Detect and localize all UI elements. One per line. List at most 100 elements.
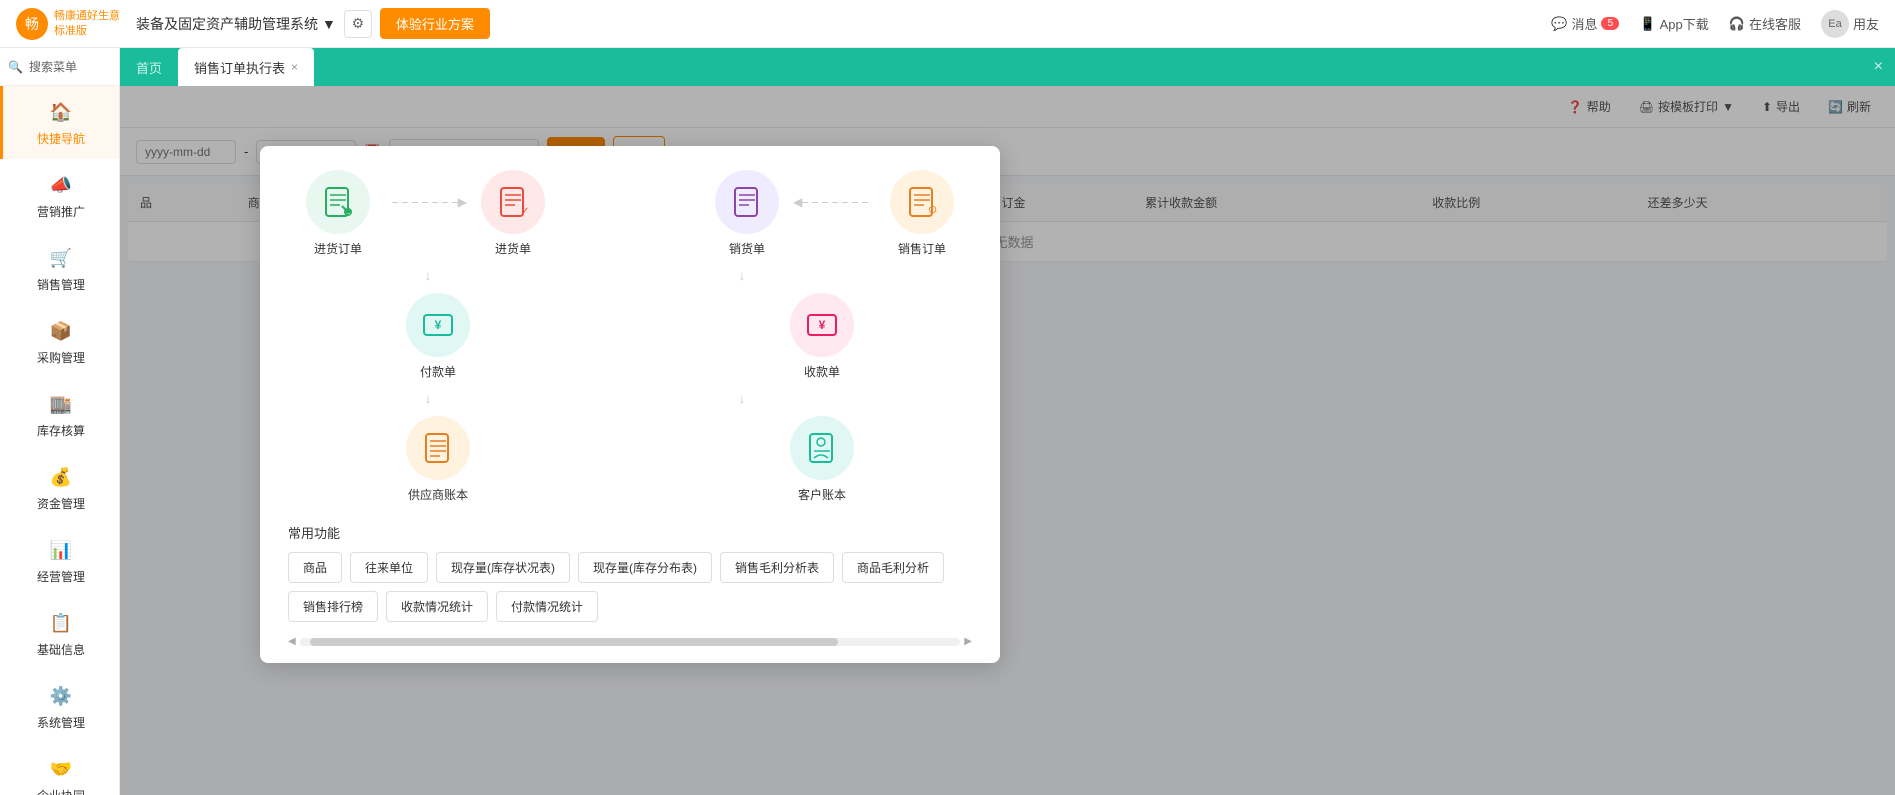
svg-text:⊙: ⊙ [928,204,937,216]
main-layout: 🔍 搜索菜单 🏠 快捷导航 📣 营销推广 🛒 销售管理 📦 采购管理 🏬 库存核… [0,48,1895,795]
flow-node-sales-invoice[interactable]: 销货单 [697,170,797,257]
func-btn-sales-ranking[interactable]: 销售排行榜 [288,591,378,622]
online-service-label: 在线客服 [1749,14,1801,33]
sidebar-item-system[interactable]: ⚙️ 系统管理 [0,670,119,743]
trial-button[interactable]: 体验行业方案 [380,8,490,39]
flow-node-purchase-order[interactable]: → 进货订单 [288,170,388,257]
scrollbar-thumb [310,638,838,646]
logo-area: 畅 畅康通好生意 标准版 [16,8,136,40]
sidebar-item-operation[interactable]: 📊 经营管理 [0,524,119,597]
sidebar-item-sales[interactable]: 🛒 销售管理 [0,232,119,305]
flow-node-supplier-ledger[interactable]: 供应商账本 [388,416,488,503]
func-btn-partner[interactable]: 往来单位 [350,552,428,583]
tab-home-label: 首页 [136,58,162,77]
sidebar-item-finance[interactable]: 💰 资金管理 [0,451,119,524]
sidebar-item-marketing[interactable]: 📣 营销推广 [0,159,119,232]
modal-scrollbar: ◀ ▶ [288,630,972,647]
message-label: 消息 [1571,14,1597,33]
tab-close-button[interactable]: × [291,60,298,74]
purchase-icon: 📦 [47,317,75,345]
modal-overlay: → 进货订单 [120,86,1895,795]
tab-sales-order-exec[interactable]: 销售订单执行表 × [178,48,314,86]
func-btn-product[interactable]: 商品 [288,552,342,583]
page-content: ❓ 帮助 🖨 按模板打印 ▼ ⬆ 导出 🔄 刷新 [120,86,1895,795]
sidebar: 🔍 搜索菜单 🏠 快捷导航 📣 营销推广 🛒 销售管理 📦 采购管理 🏬 库存核… [0,48,120,795]
enterprise-icon: 🤝 [47,755,75,783]
sidebar-item-inventory[interactable]: 🏬 库存核算 [0,378,119,451]
tab-home[interactable]: 首页 [120,48,178,86]
dropdown-arrow: ▼ [322,16,336,32]
func-btn-receipt-stat[interactable]: 收款情况统计 [386,591,488,622]
down-arrows-row: ↓ ↓ [288,257,972,293]
system-title-area: 装备及固定资产辅助管理系统 ▼ ⚙ 体验行业方案 [136,8,1551,39]
down-arrows-row-2: ↓ ↓ [288,380,972,416]
online-service-button[interactable]: 🎧 在线客服 [1729,14,1801,33]
customer-ledger-label: 客户账本 [798,486,846,503]
sidebar-search-label: 搜索菜单 [29,58,77,75]
app-download-button[interactable]: 📱 App下载 [1639,14,1708,33]
sidebar-item-basic[interactable]: 📋 基础信息 [0,597,119,670]
system-icon: ⚙️ [47,682,75,710]
user-area[interactable]: Ea 用友 [1821,10,1879,38]
supplier-ledger-label: 供应商账本 [408,486,468,503]
tab-active-label: 销售订单执行表 [194,58,285,77]
gear-button[interactable]: ⚙ [344,10,372,38]
func-btn-product-profit[interactable]: 商品毛利分析 [842,552,944,583]
func-btn-payment-stat[interactable]: 付款情况统计 [496,591,598,622]
header-right: 💬 消息 5 📱 App下载 🎧 在线客服 Ea 用友 [1551,10,1879,38]
sidebar-search[interactable]: 🔍 搜索菜单 [0,48,119,86]
sales-invoice-label: 销货单 [729,240,765,257]
scrollbar-track[interactable] [300,638,961,646]
func-btn-sales-profit[interactable]: 销售毛利分析表 [720,552,834,583]
func-btn-inventory-dist[interactable]: 现存量(库存分布表) [578,552,712,583]
purchase-receipt-label: 进货单 [495,240,531,257]
sales-invoice-circle [715,170,779,234]
spacer-d2-2 [468,384,692,412]
logo-icon: 畅 [16,8,48,40]
modal-box: → 进货订单 [260,146,1000,663]
customer-ledger-circle [790,416,854,480]
sidebar-label-operation: 经营管理 [37,568,85,585]
inventory-icon: 🏬 [47,390,75,418]
spacer-d2-1 [288,384,388,412]
system-title-dropdown[interactable]: 装备及固定资产辅助管理系统 ▼ [136,14,336,34]
avatar: Ea [1821,10,1849,38]
online-service-icon: 🎧 [1729,16,1745,32]
flow-section: → 进货订单 [288,170,972,503]
flow-node-receipt[interactable]: ¥ 收款单 [772,293,872,380]
payment-circle: ¥ [406,293,470,357]
arrow-line-2 [801,202,868,203]
scrollbar-left-arrow[interactable]: ◀ [288,636,296,647]
sidebar-label-finance: 资金管理 [37,495,85,512]
scrollbar-right-arrow[interactable]: ▶ [964,636,972,647]
flow-node-customer-ledger[interactable]: 客户账本 [772,416,872,503]
sidebar-label-enterprise: 企业协同 [37,787,85,795]
svg-text:→: → [345,210,352,217]
flow-node-payment[interactable]: ¥ 付款单 [388,293,488,380]
logo-text: 畅康通好生意 标准版 [54,9,120,38]
message-button[interactable]: 💬 消息 5 [1551,14,1619,33]
flow-node-sales-order[interactable]: ⊙ 销售订单 [872,170,972,257]
tab-close-all-button[interactable]: × [1874,58,1895,76]
sales-icon: 🛒 [47,244,75,272]
sidebar-label-purchase: 采购管理 [37,349,85,366]
arrow-down-supplier: ↓ [388,384,468,412]
flow-node-purchase-receipt[interactable]: ✓ 进货单 [463,170,563,257]
sidebar-label-sales: 销售管理 [37,276,85,293]
spacer-d2-3 [792,384,872,412]
spacer-down-1 [288,261,388,289]
sidebar-label-marketing: 营销推广 [37,203,85,220]
sidebar-item-enterprise[interactable]: 🤝 企业协同 [0,743,119,795]
arrow-down-payment: ↓ [388,261,468,289]
sales-order-label: 销售订单 [898,240,946,257]
svg-text:畅: 畅 [25,17,39,33]
sidebar-item-purchase[interactable]: 📦 采购管理 [0,305,119,378]
spacer-down-3 [792,261,872,289]
sidebar-item-quick-nav[interactable]: 🏠 快捷导航 [0,86,119,159]
flow-row-2: ¥ 付款单 ¥ [288,293,972,380]
arrow-line-1 [392,202,459,203]
system-title-text: 装备及固定资产辅助管理系统 [136,14,318,34]
func-btn-inventory-status[interactable]: 现存量(库存状况表) [436,552,570,583]
app-download-label: App下载 [1660,14,1709,33]
user-label: 用友 [1853,14,1879,33]
